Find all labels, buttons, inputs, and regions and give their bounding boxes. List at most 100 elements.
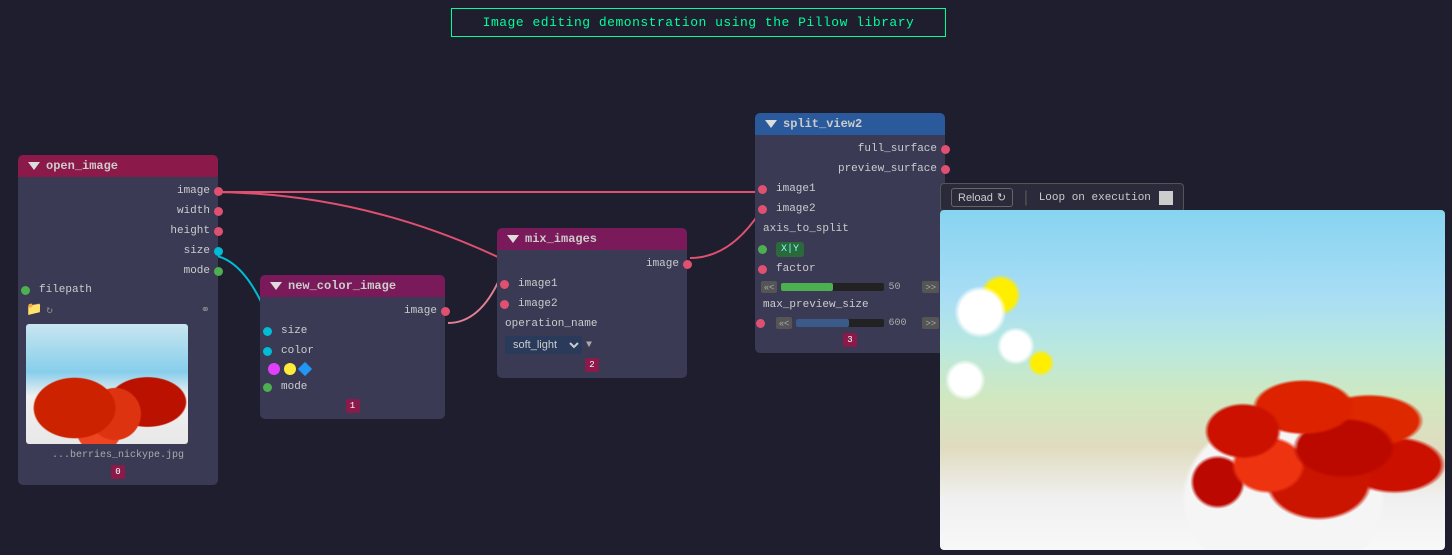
sv-input-image2-row: image2 (755, 199, 945, 219)
factor-slider-fill (781, 283, 833, 291)
node-mix-images-body: image image1 image2 operation_name soft_… (497, 250, 687, 378)
swatch-yellow[interactable] (284, 363, 296, 375)
node-new-color-image: new_color_image image size color mode 1 (260, 275, 445, 419)
output-image-port[interactable] (214, 187, 223, 196)
ncl-input-mode-port[interactable] (263, 383, 272, 392)
output-height-label: height (170, 225, 210, 237)
image-thumbnail (26, 324, 188, 444)
preview-image-panel (940, 210, 1445, 550)
ncl-input-color-row: color (260, 341, 445, 361)
folder-icon[interactable]: 📁 (26, 302, 42, 317)
sv-input-image2-label: image2 (776, 203, 816, 215)
sv-input-image1-port[interactable] (758, 185, 767, 194)
ncl-input-size-row: size (260, 321, 445, 341)
collapse-icon-3[interactable] (507, 235, 519, 243)
color-swatches (260, 361, 445, 377)
mix-input-opname-row: operation_name (497, 314, 687, 334)
node-badge-3: 3 (843, 333, 857, 347)
output-mode-row: mode (18, 261, 218, 281)
node-new-color-image-label: new_color_image (288, 279, 396, 293)
ncl-output-image-label: image (404, 305, 437, 317)
swatch-purple[interactable] (268, 363, 280, 375)
mix-output-image-label: image (646, 258, 679, 270)
node-open-image-body: image width height size mode filepath (18, 177, 218, 485)
xy-button[interactable]: X|Y (776, 242, 804, 257)
node-new-color-image-body: image size color mode 1 (260, 297, 445, 419)
input-filepath-port[interactable] (21, 286, 30, 295)
output-size-port[interactable] (214, 247, 223, 256)
sv-input-maxpreview-label: max_preview_size (763, 299, 869, 311)
filepath-icons-row: 📁 ↻ ⚭ (18, 299, 218, 320)
ncl-output-image-port[interactable] (441, 307, 450, 316)
filepath-label: filepath (39, 284, 92, 296)
dropdown-arrow: ▼ (586, 340, 592, 351)
sv-input-axis-label: axis_to_split (763, 223, 849, 235)
refresh-icon[interactable]: ↻ (46, 303, 53, 317)
node-badge-0: 0 (111, 465, 125, 479)
operation-select[interactable]: soft_light hard_light multiply screen (505, 336, 582, 354)
output-width-port[interactable] (214, 207, 223, 216)
factor-slider-track[interactable] (781, 283, 884, 291)
output-image-row: image (18, 181, 218, 201)
output-height-port[interactable] (214, 227, 223, 236)
sv-output-preview-port[interactable] (941, 165, 950, 174)
output-mode-port[interactable] (214, 267, 223, 276)
factor-increase-btn[interactable]: >> (922, 281, 939, 293)
link-icon[interactable]: ⚭ (201, 303, 210, 317)
mix-input-image2-label: image2 (518, 298, 558, 310)
node-split-view2-header[interactable]: split_view2 (755, 113, 945, 135)
node-open-image-header[interactable]: open_image (18, 155, 218, 177)
collapse-icon[interactable] (28, 162, 40, 170)
sv-xy-row: X|Y (755, 239, 945, 259)
node-mix-images: mix_images image image1 image2 operation… (497, 228, 687, 378)
sv-input-image2-port[interactable] (758, 205, 767, 214)
sv-input-axis-row: axis_to_split (755, 219, 945, 239)
node-split-view2: split_view2 full_surface preview_surface… (755, 113, 945, 353)
mix-input-image1-port[interactable] (500, 280, 509, 289)
maxpreview-value-label: 600 (888, 318, 918, 329)
sv-input-factor-port[interactable] (758, 265, 767, 274)
collapse-icon-2[interactable] (270, 282, 282, 290)
node-badge-2: 2 (585, 358, 599, 372)
mix-input-image2-port[interactable] (500, 300, 509, 309)
page-title: Image editing demonstration using the Pi… (451, 8, 946, 37)
maxpreview-slider-fill (796, 319, 849, 327)
mix-input-image2-row: image2 (497, 294, 687, 314)
maxpreview-decrease-btn[interactable]: «< (776, 317, 792, 329)
sv-factor-slider-row: «< 50 >> (755, 279, 945, 295)
loop-checkbox[interactable] (1159, 191, 1173, 205)
node-mix-images-header[interactable]: mix_images (497, 228, 687, 250)
swatch-blue[interactable] (298, 362, 312, 376)
sv-output-full-port[interactable] (941, 145, 950, 154)
sv-output-full-row: full_surface (755, 139, 945, 159)
node-new-color-image-header[interactable]: new_color_image (260, 275, 445, 297)
maxpreview-slider-track[interactable] (796, 319, 884, 327)
maxpreview-increase-btn[interactable]: >> (922, 317, 939, 329)
reload-label: Reload (958, 192, 993, 204)
node-mix-images-label: mix_images (525, 232, 597, 246)
sv-output-preview-row: preview_surface (755, 159, 945, 179)
collapse-icon-4[interactable] (765, 120, 777, 128)
sv-output-full-label: full_surface (858, 143, 937, 155)
mix-output-image-port[interactable] (683, 260, 692, 269)
node-split-view2-body: full_surface preview_surface image1 imag… (755, 135, 945, 353)
factor-decrease-btn[interactable]: «< (761, 281, 777, 293)
mix-dropdown-row: soft_light hard_light multiply screen ▼ (497, 334, 687, 356)
ncl-input-color-label: color (281, 345, 314, 357)
output-image-label: image (177, 185, 210, 197)
filename-label: ...berries_nickype.jpg (18, 448, 218, 463)
node-split-view2-label: split_view2 (783, 117, 862, 131)
sv-input-image1-row: image1 (755, 179, 945, 199)
ncl-input-mode-label: mode (281, 381, 307, 393)
filepath-row: filepath (18, 281, 218, 299)
sv-input-maxpreview-port[interactable] (756, 319, 765, 328)
reload-button[interactable]: Reload ↻ (951, 188, 1013, 207)
mix-input-image1-row: image1 (497, 274, 687, 294)
thumbnail-content (26, 324, 188, 444)
ncl-input-size-port[interactable] (263, 327, 272, 336)
sv-input-factor-label: factor (776, 263, 816, 275)
ncl-input-color-port[interactable] (263, 347, 272, 356)
sv-output-preview-label: preview_surface (838, 163, 937, 175)
node-open-image: open_image image width height size mode (18, 155, 218, 485)
sv-input-axis-port[interactable] (758, 245, 767, 254)
